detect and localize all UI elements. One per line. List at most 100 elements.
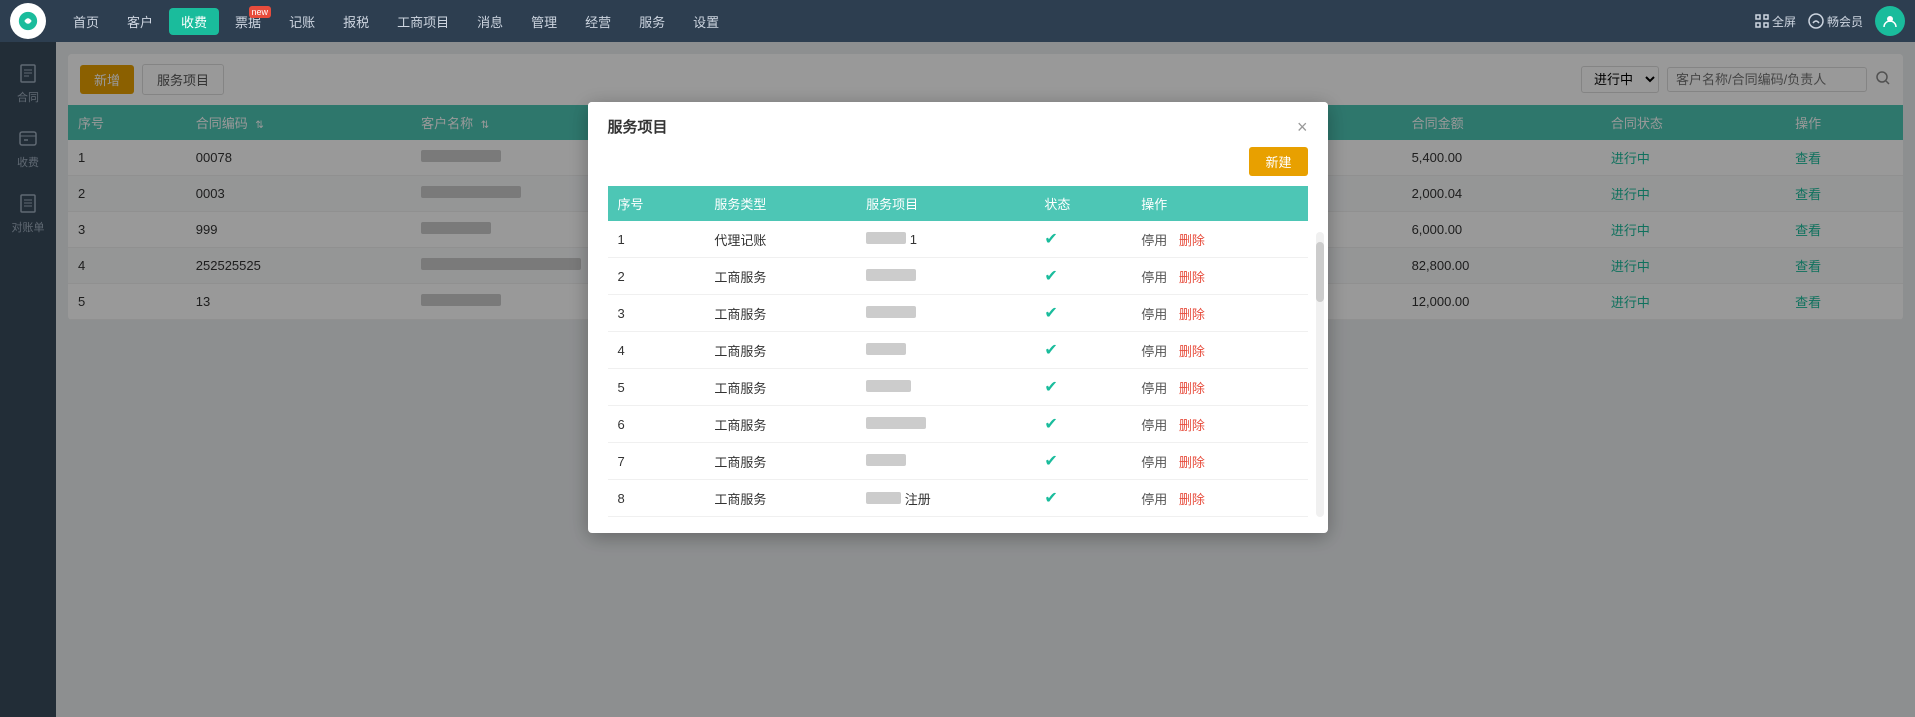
- modal-cell-index: 1: [608, 221, 705, 258]
- stop-button[interactable]: 停用: [1141, 344, 1167, 359]
- modal-table-row: 6 工商服务 ✔ 停用 删除: [608, 406, 1308, 443]
- app-logo[interactable]: [10, 3, 46, 39]
- nav-manage[interactable]: 管理: [519, 8, 569, 35]
- delete-button[interactable]: 删除: [1179, 381, 1205, 396]
- modal-cell-action: 停用 删除: [1131, 332, 1307, 369]
- modal-cell-status: ✔: [1034, 480, 1131, 517]
- service-items-modal: 服务项目 × 新建 序号 服务类型 服务项目 状态 操作: [588, 102, 1328, 533]
- delete-button[interactable]: 删除: [1179, 455, 1205, 470]
- stop-button[interactable]: 停用: [1141, 492, 1167, 507]
- nav-right-actions: 全屏 畅会员: [1755, 6, 1905, 36]
- modal-cell-action: 停用 删除: [1131, 369, 1307, 406]
- modal-cell-index: 7: [608, 443, 705, 480]
- scrollbar-thumb: [1316, 242, 1324, 302]
- modal-cell-action: 停用 删除: [1131, 258, 1307, 295]
- stop-button[interactable]: 停用: [1141, 307, 1167, 322]
- nav-biz[interactable]: 工商项目: [385, 8, 461, 35]
- modal-cell-type: 工商服务: [704, 480, 856, 517]
- modal-cell-action: 停用 删除: [1131, 406, 1307, 443]
- modal-col-item: 服务项目: [856, 186, 1034, 221]
- modal-cell-item: [856, 295, 1034, 332]
- modal-col-action: 操作: [1131, 186, 1307, 221]
- avatar[interactable]: [1875, 6, 1905, 36]
- delete-button[interactable]: 删除: [1179, 344, 1205, 359]
- modal-table-row: 7 工商服务 ✔ 停用 删除: [608, 443, 1308, 480]
- service-items-table: 序号 服务类型 服务项目 状态 操作 1 代理记账 1 ✔ 停用: [608, 186, 1308, 517]
- modal-close-button[interactable]: ×: [1297, 118, 1308, 136]
- modal-cell-status: ✔: [1034, 332, 1131, 369]
- modal-cell-type: 工商服务: [704, 295, 856, 332]
- modal-cell-item: [856, 332, 1034, 369]
- delete-button[interactable]: 删除: [1179, 270, 1205, 285]
- nav-tax[interactable]: 报税: [331, 8, 381, 35]
- nav-home[interactable]: 首页: [61, 8, 111, 35]
- delete-button[interactable]: 删除: [1179, 233, 1205, 248]
- modal-cell-action: 停用 删除: [1131, 443, 1307, 480]
- stop-button[interactable]: 停用: [1141, 233, 1167, 248]
- modal-cell-action: 停用 删除: [1131, 221, 1307, 258]
- stop-button[interactable]: 停用: [1141, 418, 1167, 433]
- nav-settings[interactable]: 设置: [681, 8, 731, 35]
- stop-button[interactable]: 停用: [1141, 381, 1167, 396]
- modal-cell-status: ✔: [1034, 295, 1131, 332]
- nav-items: 首页 客户 收费 票据 new 记账 报税 工商项目 消息 管理 经营 服务 设…: [61, 8, 1755, 35]
- modal-cell-status: ✔: [1034, 406, 1131, 443]
- member-label: 畅会员: [1827, 13, 1863, 30]
- modal-cell-type: 工商服务: [704, 332, 856, 369]
- modal-table-row: 8 工商服务 注册 ✔ 停用 删除: [608, 480, 1308, 517]
- modal-table-row: 3 工商服务 ✔ 停用 删除: [608, 295, 1308, 332]
- nav-message[interactable]: 消息: [465, 8, 515, 35]
- modal-overlay: 服务项目 × 新建 序号 服务类型 服务项目 状态 操作: [0, 42, 1915, 717]
- new-badge: new: [249, 6, 272, 18]
- delete-button[interactable]: 删除: [1179, 307, 1205, 322]
- delete-button[interactable]: 删除: [1179, 492, 1205, 507]
- fullscreen-button[interactable]: 全屏: [1755, 13, 1796, 30]
- nav-ticket[interactable]: 票据 new: [223, 8, 273, 35]
- nav-service[interactable]: 服务: [627, 8, 677, 35]
- modal-cell-status: ✔: [1034, 369, 1131, 406]
- member-button[interactable]: 畅会员: [1808, 13, 1863, 30]
- modal-scrollbar[interactable]: [1316, 232, 1324, 517]
- modal-cell-index: 8: [608, 480, 705, 517]
- modal-cell-item: [856, 406, 1034, 443]
- modal-table-row: 1 代理记账 1 ✔ 停用 删除: [608, 221, 1308, 258]
- modal-cell-action: 停用 删除: [1131, 295, 1307, 332]
- modal-title: 服务项目: [608, 116, 668, 137]
- nav-customer[interactable]: 客户: [115, 8, 165, 35]
- modal-cell-index: 2: [608, 258, 705, 295]
- modal-col-type: 服务类型: [704, 186, 856, 221]
- modal-cell-item: [856, 369, 1034, 406]
- stop-button[interactable]: 停用: [1141, 455, 1167, 470]
- modal-cell-status: ✔: [1034, 221, 1131, 258]
- stop-button[interactable]: 停用: [1141, 270, 1167, 285]
- modal-cell-item: [856, 443, 1034, 480]
- nav-bookkeeping[interactable]: 记账: [277, 8, 327, 35]
- modal-cell-type: 工商服务: [704, 369, 856, 406]
- modal-col-status: 状态: [1034, 186, 1131, 221]
- modal-toolbar: 新建: [608, 147, 1308, 176]
- modal-cell-item: 1: [856, 221, 1034, 258]
- nav-economy[interactable]: 经营: [573, 8, 623, 35]
- modal-cell-status: ✔: [1034, 258, 1131, 295]
- modal-table-row: 2 工商服务 ✔ 停用 删除: [608, 258, 1308, 295]
- modal-col-index: 序号: [608, 186, 705, 221]
- fullscreen-label: 全屏: [1772, 13, 1796, 30]
- modal-header: 服务项目 ×: [588, 102, 1328, 147]
- modal-cell-action: 停用 删除: [1131, 480, 1307, 517]
- modal-cell-item: 注册: [856, 480, 1034, 517]
- modal-cell-index: 4: [608, 332, 705, 369]
- modal-cell-status: ✔: [1034, 443, 1131, 480]
- modal-body: 新建 序号 服务类型 服务项目 状态 操作 1 代理记账: [588, 147, 1328, 533]
- modal-new-button[interactable]: 新建: [1249, 147, 1307, 176]
- modal-cell-type: 工商服务: [704, 406, 856, 443]
- modal-cell-index: 6: [608, 406, 705, 443]
- modal-cell-index: 5: [608, 369, 705, 406]
- modal-table-row: 5 工商服务 ✔ 停用 删除: [608, 369, 1308, 406]
- modal-table-row: 4 工商服务 ✔ 停用 删除: [608, 332, 1308, 369]
- delete-button[interactable]: 删除: [1179, 418, 1205, 433]
- top-navigation: 首页 客户 收费 票据 new 记账 报税 工商项目 消息 管理 经营 服务 设…: [0, 0, 1915, 42]
- modal-cell-type: 代理记账: [704, 221, 856, 258]
- modal-cell-type: 工商服务: [704, 443, 856, 480]
- nav-fee[interactable]: 收费: [169, 8, 219, 35]
- modal-cell-index: 3: [608, 295, 705, 332]
